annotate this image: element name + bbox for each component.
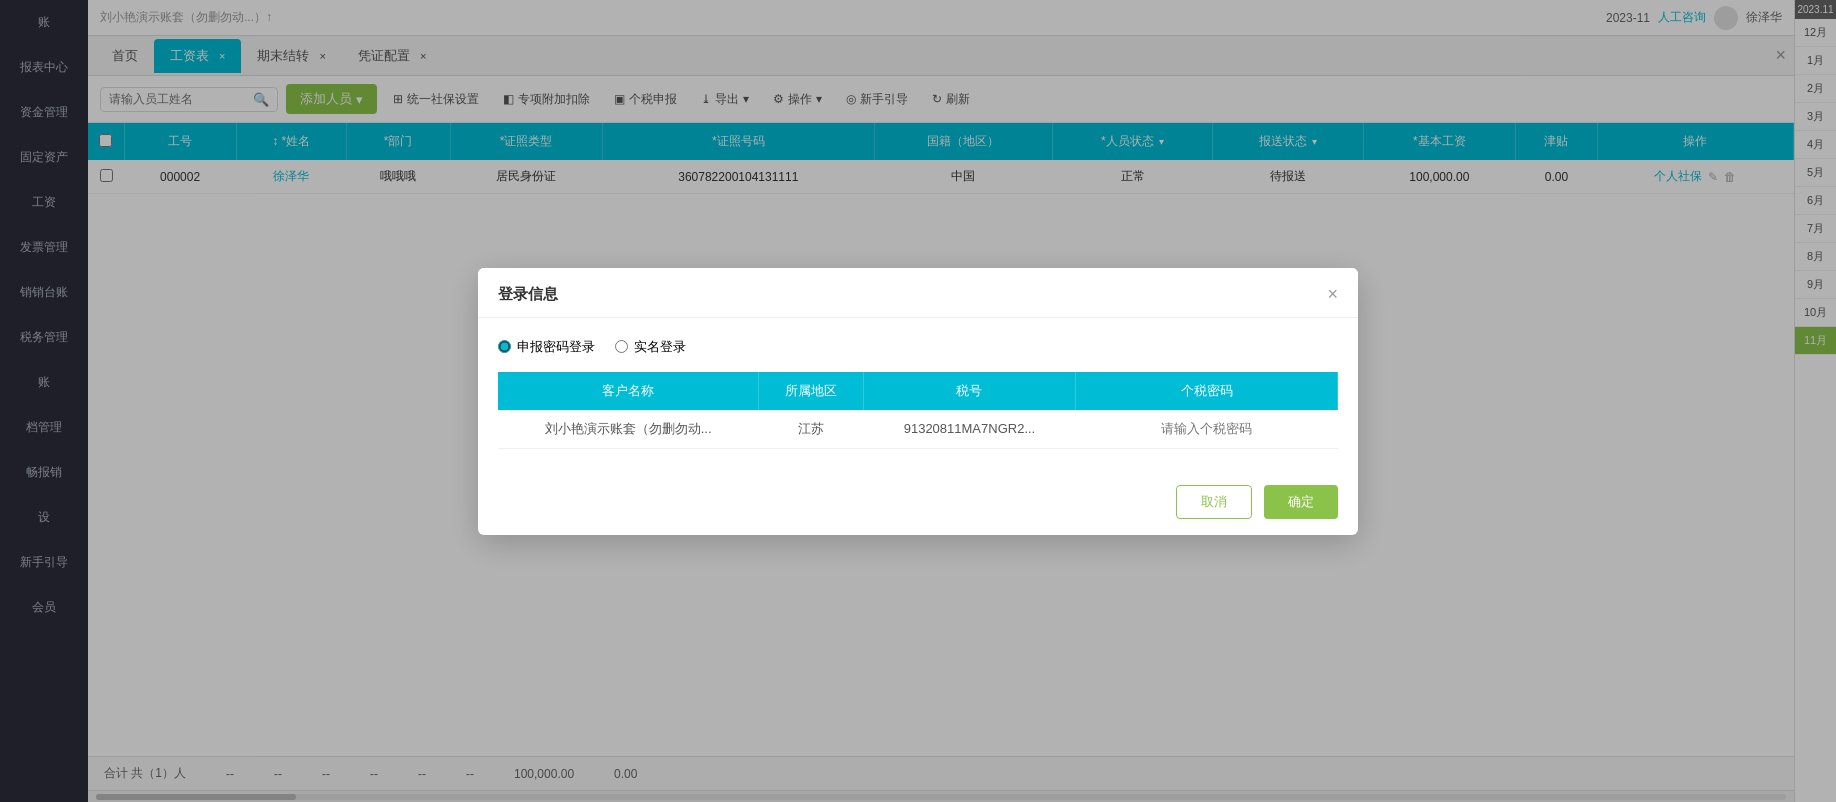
tax-pwd-input[interactable] — [1088, 421, 1326, 436]
radio-password-login[interactable]: 申报密码登录 — [498, 338, 595, 356]
modal-tax-pwd-cell[interactable] — [1076, 410, 1338, 449]
radio-realname-login[interactable]: 实名登录 — [615, 338, 686, 356]
modal-overlay: 登录信息 × 申报密码登录 实名登录 客户名称 所属地区 — [0, 0, 1836, 802]
login-info-modal: 登录信息 × 申报密码登录 实名登录 客户名称 所属地区 — [478, 268, 1358, 535]
modal-tax-no-cell: 91320811MA7NGR2... — [863, 410, 1075, 449]
radio-realname-login-input[interactable] — [615, 340, 628, 353]
modal-close-button[interactable]: × — [1327, 284, 1338, 305]
modal-table-row: 刘小艳演示账套（勿删勿动... 江苏 91320811MA7NGR2... — [498, 410, 1338, 449]
radio-password-login-input[interactable] — [498, 340, 511, 353]
modal-footer: 取消 确定 — [478, 469, 1358, 535]
cancel-button[interactable]: 取消 — [1176, 485, 1252, 519]
modal-body: 申报密码登录 实名登录 客户名称 所属地区 税号 个税密码 — [478, 318, 1358, 469]
radio-password-login-label: 申报密码登录 — [517, 338, 595, 356]
modal-region-cell: 江苏 — [758, 410, 863, 449]
modal-col-region: 所属地区 — [758, 372, 863, 410]
confirm-button[interactable]: 确定 — [1264, 485, 1338, 519]
modal-col-tax-no: 税号 — [863, 372, 1075, 410]
radio-realname-login-label: 实名登录 — [634, 338, 686, 356]
login-type-radio-group: 申报密码登录 实名登录 — [498, 338, 1338, 356]
modal-col-client-name: 客户名称 — [498, 372, 758, 410]
modal-client-name-cell: 刘小艳演示账套（勿删勿动... — [498, 410, 758, 449]
modal-header: 登录信息 × — [478, 268, 1358, 318]
modal-col-tax-pwd: 个税密码 — [1076, 372, 1338, 410]
modal-title: 登录信息 — [498, 285, 558, 304]
login-table: 客户名称 所属地区 税号 个税密码 刘小艳演示账套（勿删勿动... 江苏 913… — [498, 372, 1338, 449]
